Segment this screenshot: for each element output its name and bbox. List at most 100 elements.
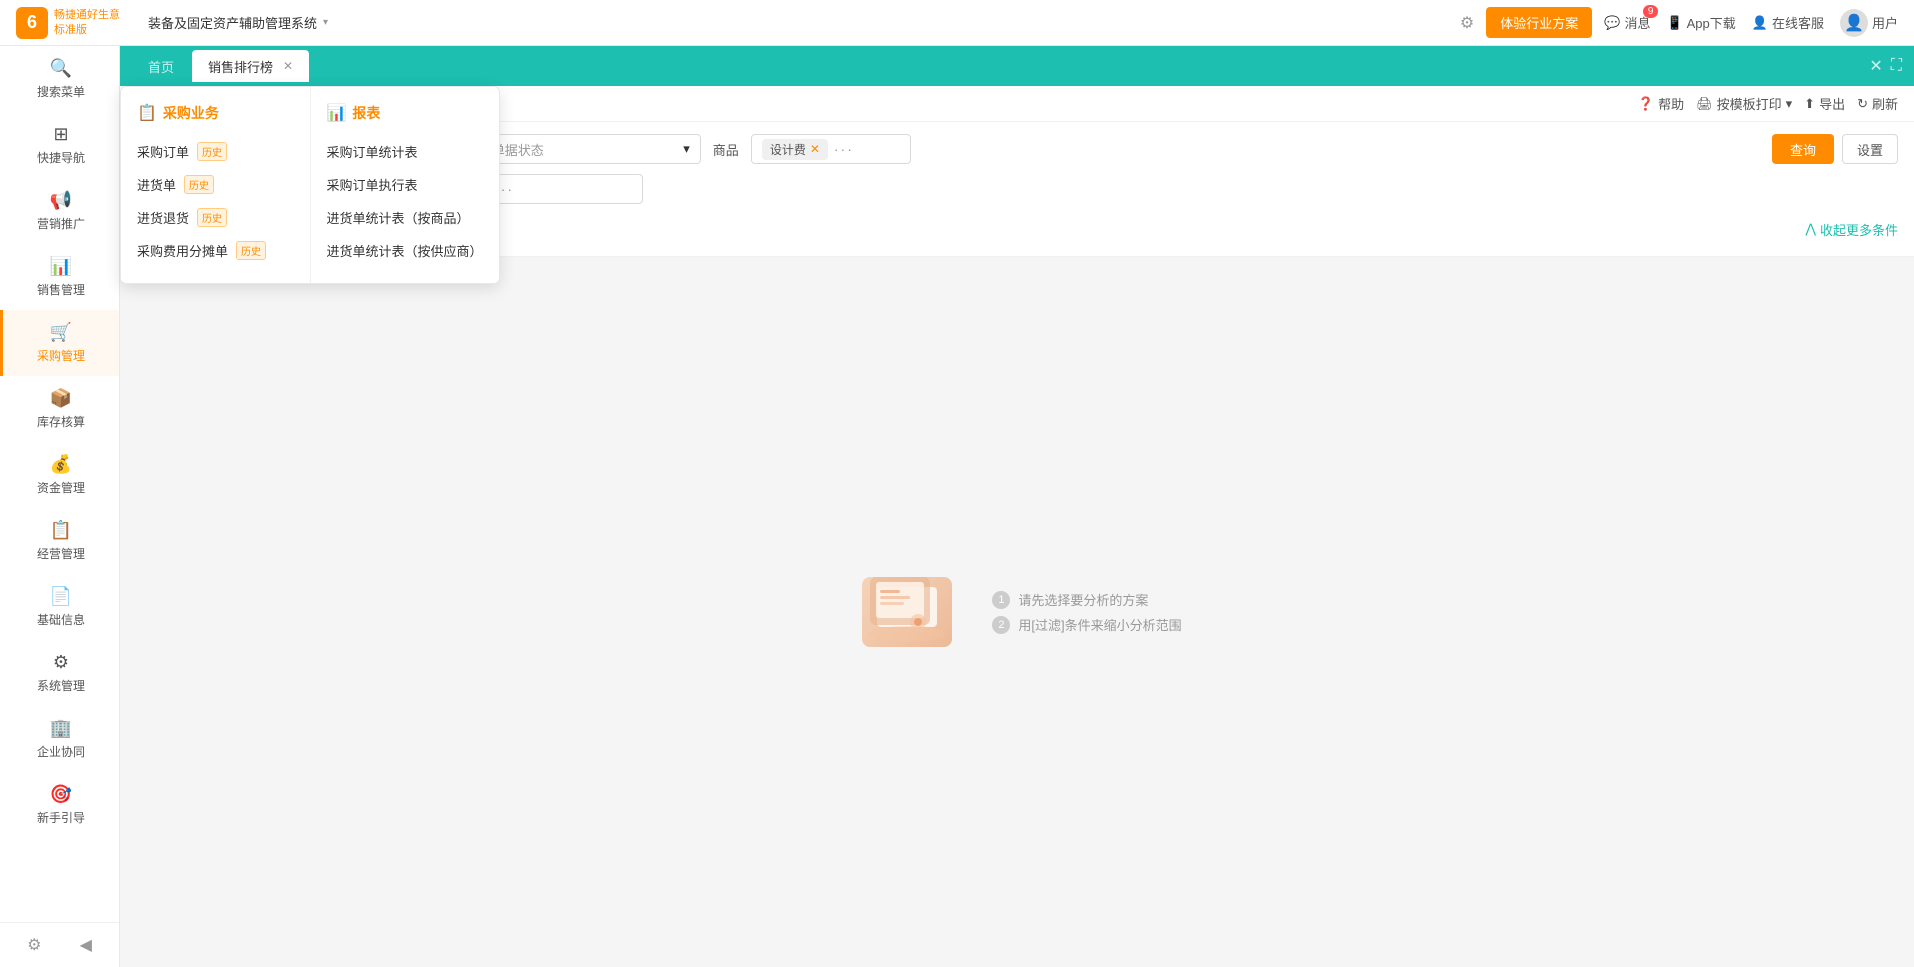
- megaphone-icon: 📢: [50, 190, 72, 211]
- tab-bar-right: ✕ ⛶: [1869, 56, 1902, 76]
- grid-icon: ⊞: [53, 124, 68, 145]
- sidebar-item-basic-info[interactable]: 📄 基础信息: [0, 574, 119, 640]
- report-col-icon: 📊: [327, 103, 347, 123]
- dropdown-item-receipt-stats-supplier[interactable]: 进货单统计表（按供应商）: [327, 234, 484, 267]
- tab-maximize-icon[interactable]: ⛶: [1891, 57, 1902, 75]
- box-icon: 📦: [50, 388, 72, 409]
- collapse-up-icon: ⋀: [1805, 221, 1816, 237]
- sidebar-item-marketing[interactable]: 📢 营销推广: [0, 178, 119, 244]
- tab-close-all-icon[interactable]: ✕: [1869, 56, 1882, 76]
- print-icon: 🖨: [1696, 96, 1713, 112]
- topbar: 6 畅捷通好生意 标准版 装备及固定资产辅助管理系统 ▾ ⚙ 体验行业方案 💬 …: [0, 0, 1914, 46]
- sidebar-bottom: ⚙ ◀: [0, 922, 119, 967]
- search-icon: 🔍: [50, 58, 72, 79]
- cart-icon: 🛒: [50, 322, 72, 343]
- refresh-icon: ↻: [1857, 96, 1868, 112]
- sidebar: 🔍 搜索菜单 ⊞ 快捷导航 📢 营销推广 📊 销售管理 🛒 采购管理 📦 库存核…: [0, 46, 120, 967]
- tab-sales-ranking[interactable]: 销售排行榜 ✕: [192, 50, 309, 82]
- dropdown-item-order-exec[interactable]: 采购订单执行表: [327, 168, 484, 201]
- doc-status-dropdown-arrow: ▾: [683, 141, 690, 157]
- sidebar-item-guide[interactable]: 🎯 新手引导: [0, 772, 119, 838]
- export-btn[interactable]: ⬆ 导出: [1804, 94, 1845, 113]
- step-2-num: 2: [992, 616, 1010, 634]
- help-icon: ❓: [1638, 96, 1654, 112]
- goods-input[interactable]: 设计费 ✕ ···: [751, 134, 911, 164]
- setting-btn[interactable]: 设置: [1842, 134, 1898, 164]
- sidebar-item-enterprise[interactable]: 🏢 企业协同: [0, 706, 119, 772]
- sidebar-item-sales[interactable]: 📊 销售管理: [0, 244, 119, 310]
- trial-btn[interactable]: 体验行业方案: [1486, 7, 1592, 38]
- dropdown-item-receipt-stats-goods[interactable]: 进货单统计表（按商品）: [327, 201, 484, 234]
- tab-close-icon[interactable]: ✕: [283, 59, 293, 73]
- sidebar-item-search[interactable]: 🔍 搜索菜单: [0, 46, 119, 112]
- logo-icon: 6: [16, 7, 48, 39]
- dropdown-item-receipt[interactable]: 进货单 历史: [137, 168, 294, 201]
- report-icon: 📋: [50, 520, 72, 541]
- tab-bar: 首页 销售排行榜 ✕ ✕ ⛶: [120, 46, 1914, 86]
- online-service-btn[interactable]: 👤 在线客服: [1752, 13, 1824, 32]
- dropdown-col-purchase-title: 📋 采购业务: [137, 103, 294, 123]
- guide-icon: 🎯: [50, 784, 72, 805]
- sidebar-item-inventory[interactable]: 📦 库存核算: [0, 376, 119, 442]
- message-badge: 9: [1643, 5, 1659, 18]
- tab-home[interactable]: 首页: [132, 50, 190, 82]
- action-buttons: 查询 设置: [1772, 134, 1898, 164]
- history-badge-1: 历史: [197, 142, 227, 161]
- empty-text-item-1: 1 请先选择要分析的方案: [992, 590, 1181, 609]
- empty-text: 1 请先选择要分析的方案 2 用[过滤]条件来缩小分析范围: [992, 590, 1181, 634]
- doc-icon: 📄: [50, 586, 72, 607]
- dropdown-item-order-stats[interactable]: 采购订单统计表: [327, 135, 484, 168]
- messages-btn[interactable]: 💬 消息 9: [1604, 13, 1650, 32]
- goods-label: 商品: [713, 140, 739, 159]
- help-btn[interactable]: ❓ 帮助: [1638, 94, 1684, 113]
- building-icon: 🏢: [50, 718, 72, 739]
- logo-text: 畅捷通好生意 标准版: [54, 8, 120, 37]
- step-1-num: 1: [992, 591, 1010, 609]
- sidebar-item-finance[interactable]: 💰 资金管理: [0, 442, 119, 508]
- empty-text-item-2: 2 用[过滤]条件来缩小分析范围: [992, 615, 1181, 634]
- history-badge-3: 历史: [197, 208, 227, 227]
- topbar-right: 💬 消息 9 📱 App下载 👤 在线客服 👤 用户: [1604, 9, 1898, 37]
- user-btn[interactable]: 👤 用户: [1840, 9, 1898, 37]
- sidebar-item-purchase[interactable]: 🛒 采购管理: [0, 310, 119, 376]
- system-dropdown-arrow[interactable]: ▾: [323, 17, 328, 28]
- export-icon: ⬆: [1804, 96, 1815, 112]
- avatar: 👤: [1840, 9, 1868, 37]
- sidebar-item-quick-nav[interactable]: ⊞ 快捷导航: [0, 112, 119, 178]
- purchase-dropdown-menu: 📋 采购业务 采购订单 历史 进货单 历史 进货退货 历史 采购费用分摊单 历史…: [120, 86, 500, 284]
- sidebar-item-system[interactable]: ⚙ 系统管理: [0, 640, 119, 706]
- empty-icon: [852, 562, 972, 662]
- goods-tag-close-icon[interactable]: ✕: [810, 142, 820, 156]
- message-icon: 💬: [1604, 15, 1620, 31]
- gear-icon: ⚙: [53, 652, 69, 673]
- system-name: 装备及固定资产辅助管理系统 ▾: [148, 13, 1448, 32]
- dropdown-item-purchase-order[interactable]: 采购订单 历史: [137, 135, 294, 168]
- print-btn[interactable]: 🖨 按模板打印 ▾: [1696, 94, 1792, 113]
- query-btn[interactable]: 查询: [1772, 134, 1834, 164]
- salesperson-input[interactable]: ···: [483, 174, 643, 204]
- goods-ellipsis[interactable]: ···: [834, 141, 854, 157]
- app-download-btn[interactable]: 📱 App下载: [1666, 13, 1735, 32]
- sidebar-collapse-icon[interactable]: ◀: [80, 935, 92, 955]
- history-badge-4: 历史: [236, 241, 266, 260]
- doc-status-select[interactable]: 单据状态 ▾: [481, 134, 701, 164]
- money-icon: 💰: [50, 454, 72, 475]
- settings-gear-icon[interactable]: ⚙: [1460, 13, 1474, 33]
- history-badge-2: 历史: [184, 175, 214, 194]
- sidebar-item-operations[interactable]: 📋 经营管理: [0, 508, 119, 574]
- print-dropdown-arrow[interactable]: ▾: [1786, 96, 1793, 112]
- refresh-btn[interactable]: ↻ 刷新: [1857, 94, 1898, 113]
- dropdown-col-report: 📊 报表 采购订单统计表 采购订单执行表 进货单统计表（按商品） 进货单统计表（…: [311, 87, 500, 283]
- empty-svg: [852, 562, 952, 652]
- service-icon: 👤: [1752, 15, 1768, 31]
- purchase-col-icon: 📋: [137, 103, 157, 123]
- collapse-area: ⋀ 收起更多条件: [1805, 220, 1898, 239]
- sidebar-settings-icon[interactable]: ⚙: [27, 935, 41, 955]
- collapse-btn[interactable]: ⋀ 收起更多条件: [1805, 220, 1898, 239]
- dropdown-col-report-title: 📊 报表: [327, 103, 484, 123]
- main-content: 1 请先选择要分析的方案 2 用[过滤]条件来缩小分析范围: [120, 257, 1914, 967]
- dropdown-item-expense[interactable]: 采购费用分摊单 历史: [137, 234, 294, 267]
- chart-icon: 📊: [50, 256, 72, 277]
- dropdown-item-return[interactable]: 进货退货 历史: [137, 201, 294, 234]
- dropdown-col-purchase: 📋 采购业务 采购订单 历史 进货单 历史 进货退货 历史 采购费用分摊单 历史: [121, 87, 311, 283]
